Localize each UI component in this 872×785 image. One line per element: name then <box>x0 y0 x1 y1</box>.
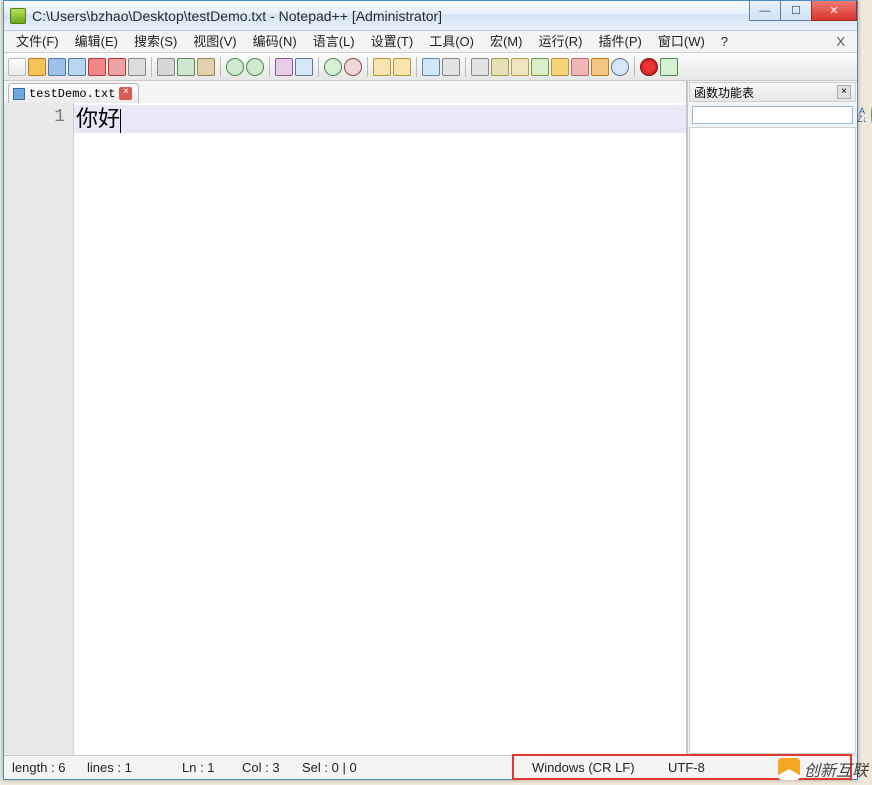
function-search-input[interactable] <box>692 106 853 124</box>
toolbar-separator <box>220 57 221 77</box>
zoom-in-icon[interactable] <box>324 58 342 76</box>
menu-file[interactable]: 文件(F) <box>8 31 67 53</box>
save-icon[interactable] <box>48 58 66 76</box>
zoom-out-icon[interactable] <box>344 58 362 76</box>
menu-help[interactable]: ? <box>713 31 736 53</box>
play-macro-icon[interactable] <box>660 58 678 76</box>
doc-switcher-icon[interactable] <box>571 58 589 76</box>
tab-close-icon[interactable]: × <box>119 87 132 100</box>
toolbar-separator <box>367 57 368 77</box>
doc-map-icon[interactable] <box>551 58 569 76</box>
monitor-icon[interactable] <box>611 58 629 76</box>
toolbar-separator <box>269 57 270 77</box>
close-file-icon[interactable] <box>88 58 106 76</box>
menu-macro[interactable]: 宏(M) <box>482 31 531 53</box>
menu-language[interactable]: 语言(L) <box>305 31 363 53</box>
unfold-all-icon[interactable] <box>531 58 549 76</box>
folder-workspace-icon[interactable] <box>591 58 609 76</box>
toolbar <box>4 53 857 81</box>
menu-search[interactable]: 搜索(S) <box>126 31 185 53</box>
save-all-icon[interactable] <box>68 58 86 76</box>
close-button[interactable]: ✕ <box>811 1 857 21</box>
file-tab-label: testDemo.txt <box>29 87 115 101</box>
toolbar-separator <box>151 57 152 77</box>
file-tab[interactable]: testDemo.txt × <box>8 83 139 103</box>
status-lines: lines : 1 <box>79 760 174 775</box>
show-whitespace-icon[interactable] <box>442 58 460 76</box>
text-area[interactable]: 你好 <box>74 103 686 755</box>
copy-icon[interactable] <box>177 58 195 76</box>
menu-close-doc[interactable]: X <box>828 34 853 49</box>
panel-header[interactable]: 函数功能表 × <box>689 82 856 102</box>
menu-run[interactable]: 运行(R) <box>530 31 590 53</box>
function-list-body[interactable] <box>689 127 856 754</box>
status-encoding[interactable]: UTF-8 <box>660 760 713 775</box>
window-title: C:\Users\bzhao\Desktop\testDemo.txt - No… <box>32 8 442 24</box>
content-area: testDemo.txt × 1 你好 函数功能表 × <box>4 81 857 755</box>
menu-plugins[interactable]: 插件(P) <box>591 31 650 53</box>
line-number-gutter: 1 <box>4 103 74 755</box>
toolbar-separator <box>318 57 319 77</box>
menu-view[interactable]: 视图(V) <box>185 31 244 53</box>
sync-scroll-h-icon[interactable] <box>393 58 411 76</box>
paste-icon[interactable] <box>197 58 215 76</box>
menu-settings[interactable]: 设置(T) <box>363 31 422 53</box>
print-icon[interactable] <box>128 58 146 76</box>
current-line-highlight <box>74 105 686 133</box>
replace-icon[interactable] <box>295 58 313 76</box>
toolbar-separator <box>465 57 466 77</box>
fold-all-icon[interactable] <box>511 58 529 76</box>
record-macro-icon[interactable] <box>640 58 658 76</box>
panel-close-icon[interactable]: × <box>837 85 851 99</box>
menu-tools[interactable]: 工具(O) <box>421 31 482 53</box>
close-all-icon[interactable] <box>108 58 126 76</box>
saved-file-icon <box>13 88 25 100</box>
open-file-icon[interactable] <box>28 58 46 76</box>
panel-title: 函数功能表 <box>694 84 754 101</box>
editor-text: 你好 <box>76 106 120 131</box>
caret <box>120 109 121 133</box>
line-number: 1 <box>4 107 65 127</box>
app-window: C:\Users\bzhao\Desktop\testDemo.txt - No… <box>3 0 858 780</box>
menubar: 文件(F) 编辑(E) 搜索(S) 视图(V) 编码(N) 语言(L) 设置(T… <box>4 31 857 53</box>
new-file-icon[interactable] <box>8 58 26 76</box>
status-sel: Sel : 0 | 0 <box>294 760 404 775</box>
status-length: length : 6 <box>4 760 79 775</box>
maximize-button[interactable]: ☐ <box>780 1 812 21</box>
toolbar-separator <box>634 57 635 77</box>
menu-edit[interactable]: 编辑(E) <box>67 31 126 53</box>
indent-guide-icon[interactable] <box>471 58 489 76</box>
function-list-panel: 函数功能表 × AZ↓ <box>687 81 857 755</box>
status-eol[interactable]: Windows (CR LF) <box>524 760 643 775</box>
cut-icon[interactable] <box>157 58 175 76</box>
menu-encoding[interactable]: 编码(N) <box>245 31 305 53</box>
titlebar[interactable]: C:\Users\bzhao\Desktop\testDemo.txt - No… <box>4 1 857 31</box>
sync-scroll-icon[interactable] <box>373 58 391 76</box>
function-list-icon[interactable] <box>491 58 509 76</box>
tab-strip: testDemo.txt × <box>4 81 686 103</box>
app-icon <box>10 8 26 24</box>
undo-icon[interactable] <box>226 58 244 76</box>
redo-icon[interactable] <box>246 58 264 76</box>
status-ln: Ln : 1 <box>174 760 234 775</box>
statusbar: length : 6 lines : 1 Ln : 1 Col : 3 Sel … <box>4 755 857 779</box>
sort-az-icon[interactable]: AZ↓ <box>857 107 867 123</box>
toolbar-separator <box>416 57 417 77</box>
panel-search-row: AZ↓ <box>688 103 857 127</box>
word-wrap-icon[interactable] <box>422 58 440 76</box>
editor: 1 你好 <box>4 103 686 755</box>
menu-window[interactable]: 窗口(W) <box>650 31 713 53</box>
minimize-button[interactable]: — <box>749 1 781 21</box>
status-col: Col : 3 <box>234 760 294 775</box>
find-icon[interactable] <box>275 58 293 76</box>
editor-pane: testDemo.txt × 1 你好 <box>4 81 687 755</box>
